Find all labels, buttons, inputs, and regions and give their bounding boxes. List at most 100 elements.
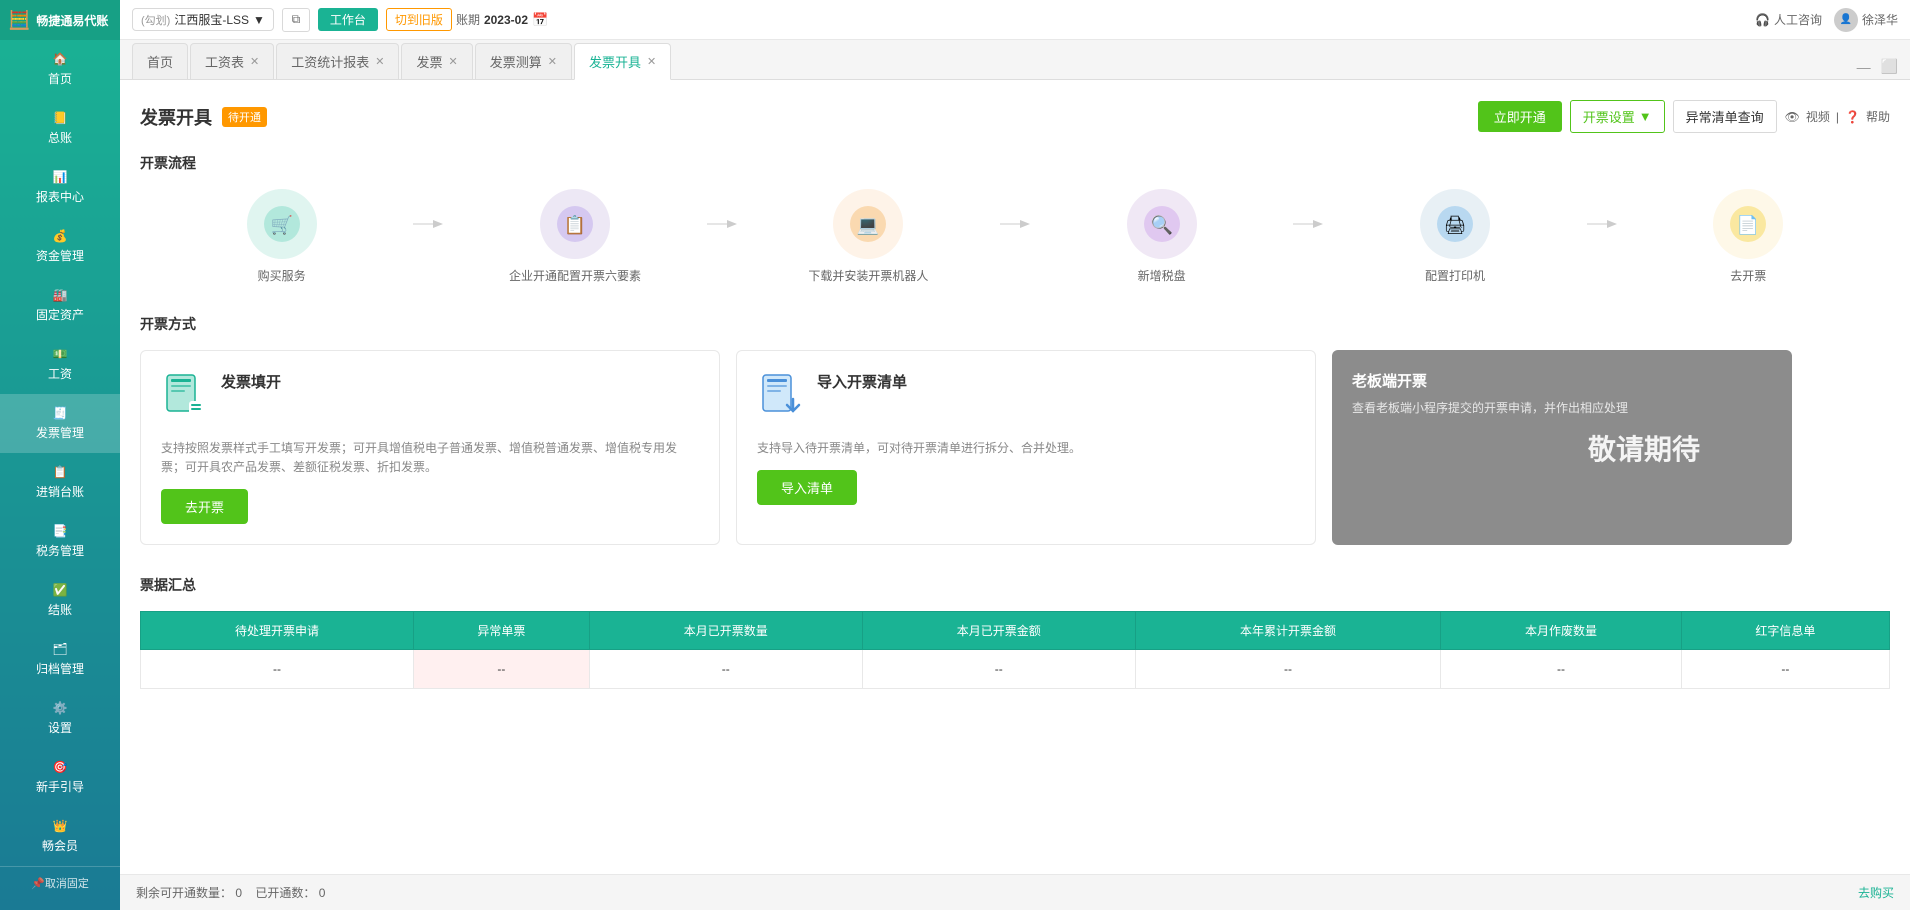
- method-card-fill-header: 发票填开: [161, 371, 699, 427]
- flow-step-open-label: 去开票: [1730, 267, 1766, 284]
- copy-button[interactable]: ⧉: [282, 8, 310, 32]
- bottom-info: 剩余可开通数量： 0 已开通数： 0: [136, 884, 325, 901]
- company-label: (勾划): [141, 12, 170, 28]
- tab-close-salary-table[interactable]: ✕: [250, 55, 259, 68]
- archive-icon: 🗂: [52, 642, 67, 656]
- sidebar-item-ledger[interactable]: 📒 总账: [0, 99, 120, 158]
- avatar: 👤: [1834, 8, 1858, 32]
- tab-close-salary-report[interactable]: ✕: [375, 55, 384, 68]
- svg-text:📋: 📋: [564, 214, 586, 235]
- boss-card-desc: 查看老板端小程序提交的开票申请，并作出相应处理: [1352, 399, 1772, 418]
- flow-step-download[interactable]: 💻 下载并安装开票机器人: [727, 189, 1010, 284]
- fund-icon: 💰: [53, 229, 68, 243]
- buy-service-icon: 🛒: [247, 189, 317, 259]
- import-card-title: 导入开票清单: [817, 371, 907, 392]
- period-switch: 切到旧版 账期 2023-02 📅: [386, 8, 548, 31]
- method-card-boss: 老板端开票 查看老板端小程序提交的开票申请，并作出相应处理 敬请期待: [1332, 350, 1792, 545]
- service-button[interactable]: 🎧 人工咨询: [1755, 11, 1822, 28]
- taxdisk-icon: 🔍: [1127, 189, 1197, 259]
- sidebar-item-newbie[interactable]: 🎯 新手引导: [0, 748, 120, 807]
- import-list-button[interactable]: 导入清单: [757, 470, 857, 505]
- summary-row: -- -- -- -- -- -- --: [141, 650, 1890, 689]
- sidebar-item-asset[interactable]: 🏭 固定资产: [0, 276, 120, 335]
- tab-close-invoice-calc[interactable]: ✕: [548, 55, 557, 68]
- tab-home[interactable]: 首页: [132, 43, 188, 79]
- svg-text:📄: 📄: [1737, 214, 1759, 235]
- company-selector[interactable]: (勾划) 江西服宝-LSS ▼: [132, 8, 274, 31]
- flow-step-config-label: 企业开通配置开票六要素: [509, 267, 641, 284]
- pin-icon: 📌: [31, 877, 45, 890]
- view-icon: 👁: [1785, 110, 1800, 124]
- method-card-fill: 发票填开 支持按照发票样式手工填写开发票；可开具增值税电子普通发票、增值税普通发…: [140, 350, 720, 545]
- invoice-icon: 🧾: [53, 406, 68, 420]
- flow-step-buy[interactable]: 🛒 购买服务: [140, 189, 423, 284]
- help-icon: ❓: [1845, 110, 1860, 124]
- newbie-icon: 🎯: [53, 760, 68, 774]
- tab-salary-report[interactable]: 工资统计报表 ✕: [276, 43, 399, 79]
- sidebar-item-member[interactable]: 👑 畅会员: [0, 807, 120, 866]
- tab-invoice-calc[interactable]: 发票测算 ✕: [475, 43, 572, 79]
- status-badge: 待开通: [222, 107, 267, 127]
- sidebar-item-archive[interactable]: 🗂 归档管理: [0, 630, 120, 689]
- pin-toggle[interactable]: 📌 取消固定: [0, 866, 120, 899]
- period-label: 账期: [456, 11, 480, 28]
- period-value: 2023-02: [484, 13, 528, 27]
- topbar: (勾划) 江西服宝-LSS ▼ ⧉ 工作台 切到旧版 账期 2023-02 📅 …: [120, 0, 1910, 40]
- sidebar-item-fund[interactable]: 💰 资金管理: [0, 217, 120, 276]
- flow-step-printer[interactable]: 🖨 配置打印机: [1313, 189, 1596, 284]
- tab-salary-table[interactable]: 工资表 ✕: [190, 43, 274, 79]
- col-red-info: 红字信息单: [1681, 612, 1889, 650]
- company-name: 江西服宝-LSS: [174, 11, 249, 28]
- minimize-button[interactable]: —: [1857, 59, 1871, 75]
- svg-text:🛒: 🛒: [270, 214, 292, 235]
- immediate-open-button[interactable]: 立即开通: [1478, 101, 1562, 132]
- svg-text:🔍: 🔍: [1150, 213, 1172, 235]
- view-options: 👁 视频 | ❓ 帮助: [1785, 108, 1890, 125]
- summary-table: 待处理开票申请 异常单票 本月已开票数量 本月已开票金额 本年累计开票金额 本月…: [140, 611, 1890, 689]
- sidebar-item-home[interactable]: 🏠 首页: [0, 40, 120, 99]
- sidebar-item-purchase[interactable]: 📋 进销台账: [0, 453, 120, 512]
- tab-invoice-open[interactable]: 发票开具 ✕: [574, 43, 671, 80]
- restore-button[interactable]: ⬜: [1881, 58, 1898, 75]
- sidebar-item-tax[interactable]: 📑 税务管理: [0, 512, 120, 571]
- flow-step-open[interactable]: 📄 去开票: [1607, 189, 1890, 284]
- topbar-left: (勾划) 江西服宝-LSS ▼ ⧉ 工作台 切到旧版 账期 2023-02 📅: [132, 8, 548, 32]
- sidebar-item-report[interactable]: 📊 报表中心: [0, 158, 120, 217]
- go-open-ticket-button[interactable]: 去开票: [161, 489, 248, 524]
- import-card-icon: [757, 371, 805, 427]
- old-version-button[interactable]: 切到旧版: [386, 8, 452, 31]
- col-abnormal: 异常单票: [414, 612, 590, 650]
- ledger-icon: 📒: [53, 111, 68, 125]
- tab-invoice-list[interactable]: 发票 ✕: [401, 43, 472, 79]
- val-year-amount: --: [1135, 650, 1440, 689]
- workbench-button[interactable]: 工作台: [318, 8, 378, 31]
- header-actions: 立即开通 开票设置 ▼ 异常清单查询 👁 视频 | ❓ 帮助: [1478, 100, 1890, 133]
- asset-icon: 🏭: [53, 288, 68, 302]
- sidebar-item-salary[interactable]: 💵 工资: [0, 335, 120, 394]
- flow-step-buy-label: 购买服务: [258, 267, 306, 284]
- buy-link[interactable]: 去购买: [1858, 884, 1894, 901]
- col-pending: 待处理开票申请: [141, 612, 414, 650]
- flow-steps: 🛒 购买服务 📋 企业开通配置开票六要素: [140, 189, 1890, 284]
- page-title: 发票开具: [140, 104, 212, 130]
- settings-button[interactable]: 开票设置 ▼: [1570, 100, 1665, 133]
- coming-soon-label: 敬请期待: [1588, 428, 1700, 468]
- import-card-text: 导入开票清单: [817, 371, 907, 396]
- val-month-count: --: [589, 650, 862, 689]
- report-icon: 📊: [53, 170, 68, 184]
- flow-step-config[interactable]: 📋 企业开通配置开票六要素: [433, 189, 716, 284]
- tab-close-invoice-list[interactable]: ✕: [449, 55, 458, 68]
- sidebar-item-settle[interactable]: ✅ 结账: [0, 571, 120, 630]
- topbar-right: 🎧 人工咨询 👤 徐泽华: [1755, 8, 1898, 32]
- period-calendar-icon[interactable]: 📅: [532, 12, 548, 28]
- fill-card-desc: 支持按照发票样式手工填写开发票；可开具增值税电子普通发票、增值税普通发票、增值税…: [161, 439, 699, 477]
- sidebar: 🧮 畅捷通易代账 🏠 首页 📒 总账 📊 报表中心 💰 资金管理 🏭 固定资产 …: [0, 0, 120, 910]
- abnormal-list-button[interactable]: 异常清单查询: [1673, 100, 1777, 133]
- user-profile[interactable]: 👤 徐泽华: [1834, 8, 1898, 32]
- sidebar-item-settings[interactable]: ⚙️ 设置: [0, 689, 120, 748]
- flow-step-taxdisk[interactable]: 🔍 新增税盘: [1020, 189, 1303, 284]
- sidebar-item-invoice[interactable]: 🧾 发票管理: [0, 394, 120, 453]
- tax-icon: 📑: [53, 524, 68, 538]
- tab-close-invoice-open[interactable]: ✕: [647, 55, 656, 68]
- method-section-title: 开票方式: [140, 314, 1890, 334]
